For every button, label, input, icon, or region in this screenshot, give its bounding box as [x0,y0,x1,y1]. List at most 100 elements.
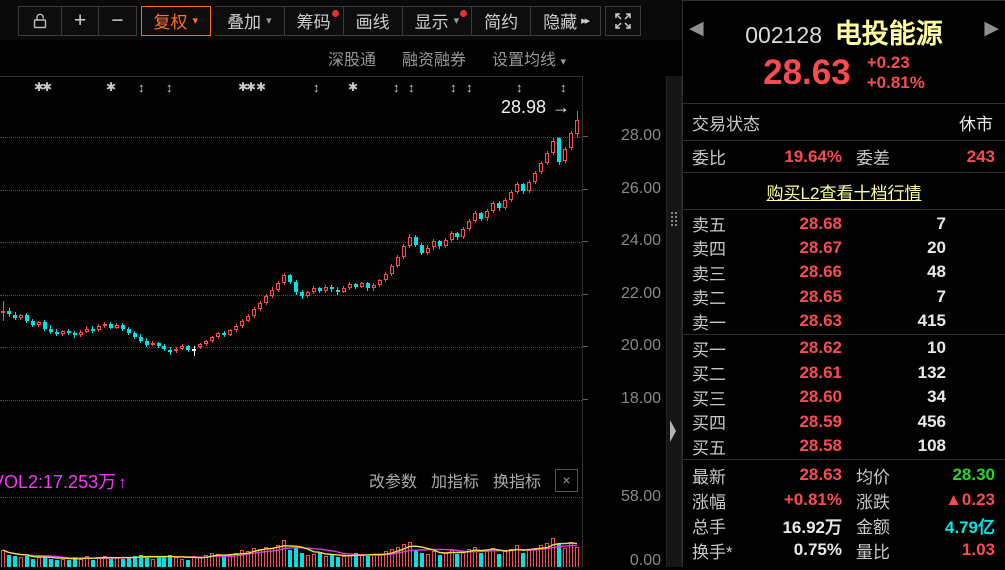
quote-panel: ◀ ▶ 002128 电投能源 28.63 +0.23 +0.81% 交易状态 … [682,0,1005,567]
stat-row: 最新 28.63 均价 28.30 [683,463,1005,488]
event-marker-icon: ✱✱ [238,80,254,94]
candle [539,163,543,172]
weicha-label: 委差 [856,144,922,169]
candle [444,240,448,247]
level-label: 卖三 [692,260,754,285]
bid-levels: 买一 28.62 10买二 28.61 132买三 28.60 34买四 28.… [683,335,1005,460]
candle [348,284,352,288]
bid-row[interactable]: 买三 28.60 34 [683,385,1005,409]
candle [121,325,125,329]
candle [461,229,465,237]
commission-ratio-row: 委比 19.64% 委差 243 [683,141,1005,173]
high-price-label: 28.98 [501,97,546,118]
stat-row: 总手 16.92万 金额 4.79亿 [683,513,1005,538]
panel-collapse-scrollbar[interactable] [666,76,682,567]
link-shenzhen-connect[interactable]: 深股通 [328,46,376,70]
trading-status-value: 休市 [959,110,993,135]
stock-title: 002128 电投能源 [683,1,1005,51]
lock-button[interactable] [18,6,62,36]
candle [521,184,525,191]
axis-tick [583,136,588,137]
bid-row[interactable]: 买一 28.62 10 [683,336,1005,360]
simple-mode-button[interactable]: 简约 [472,6,531,36]
candle [216,333,220,337]
draw-line-button[interactable]: 画线 [344,6,403,36]
link-margin-trading[interactable]: 融资融券 [402,46,466,70]
level-label: 卖一 [692,309,754,334]
zoom-in-button[interactable]: + [62,6,99,36]
add-indicator-link[interactable]: 加指标 [431,468,479,492]
candle [85,329,89,332]
candle [270,290,274,297]
ask-row[interactable]: 卖二 28.65 7 [683,284,1005,308]
candle [222,333,226,335]
candle [168,350,172,352]
candle [37,322,41,325]
price-change: +0.23 +0.81% [867,53,925,92]
adjust-price-button[interactable]: 复权 ▾ [141,6,212,36]
indicator-actions: 改参数 加指标 换指标 × [369,468,578,492]
candle [378,280,382,285]
level-volume: 108 [842,436,946,456]
close-indicator-button[interactable]: × [555,469,578,492]
expand-right-arrow-icon[interactable] [670,420,676,442]
chip-distribution-button[interactable]: 筹码 [285,6,344,36]
hide-button[interactable]: 隐藏 ▸▸ [531,6,601,36]
link-ma-settings[interactable]: 设置均线 ▾ [492,46,566,70]
switch-indicator-link[interactable]: 换指标 [493,468,541,492]
overlay-label: 叠加 [227,8,261,33]
level-label: 买五 [692,434,754,459]
candle [127,329,131,333]
candle [264,296,268,303]
price-line: 28.63 +0.23 +0.81% [683,53,1005,93]
candle [240,321,244,326]
level-label: 卖五 [692,211,754,236]
ask-row[interactable]: 卖一 28.63 415 [683,309,1005,333]
quote-header: ◀ ▶ 002128 电投能源 28.63 +0.23 +0.81% [683,1,1005,104]
next-stock-arrow[interactable]: ▶ [984,17,999,40]
level-label: 卖四 [692,235,754,260]
candle [533,173,537,182]
stat-label: 换手* [692,538,756,563]
up-arrow-icon: ↑ [118,473,127,492]
price-axis-label: 24.00 [621,232,661,250]
drag-grip-icon[interactable] [671,212,673,214]
ask-row[interactable]: 卖三 28.66 48 [683,260,1005,284]
candle [408,237,412,246]
candle [13,315,17,319]
price-axis-label: 22.00 [621,285,661,303]
event-marker-icon: ↕ [560,80,567,95]
overlay-button[interactable]: 叠加 ▾ [215,6,285,36]
candle [91,329,95,331]
notification-dot-icon [332,10,339,17]
candlestick-chart-pane[interactable]: 28.98 → ✱✱✱↕↕✱✱✱↕✱↕↕↕↕↕↕ [0,76,582,458]
volume-chart-pane[interactable] [0,497,582,567]
bid-row[interactable]: 买五 28.58 108 [683,434,1005,458]
price-axis-label: 26.00 [621,180,661,198]
change-params-link[interactable]: 改参数 [369,468,417,492]
candle [204,341,208,344]
ask-row[interactable]: 卖四 28.67 20 [683,235,1005,259]
candle [473,213,477,221]
fullscreen-button[interactable] [605,6,641,36]
candle [324,287,328,291]
prev-stock-arrow[interactable]: ◀ [689,17,704,40]
zoom-out-button[interactable]: − [99,6,136,36]
stock-code: 002128 [745,22,822,48]
bid-row[interactable]: 买二 28.61 132 [683,360,1005,384]
buy-l2-link[interactable]: 购买L2查看十档行情 [767,179,922,204]
stat-value: 1.03 [922,540,995,560]
axis-tick [583,399,588,400]
stat-value: ▲0.23 [922,490,995,510]
candle [396,257,400,266]
candle [133,333,137,337]
display-button[interactable]: 显示 ▾ [403,6,473,36]
candle [366,283,370,288]
candle [450,233,454,240]
ask-row[interactable]: 卖五 28.68 7 [683,211,1005,235]
change-percent: +0.81% [867,73,925,93]
hide-label: 隐藏 [543,8,577,33]
bid-row[interactable]: 买四 28.59 456 [683,409,1005,433]
trading-status-label: 交易状态 [692,110,760,135]
level-volume: 132 [842,363,946,383]
